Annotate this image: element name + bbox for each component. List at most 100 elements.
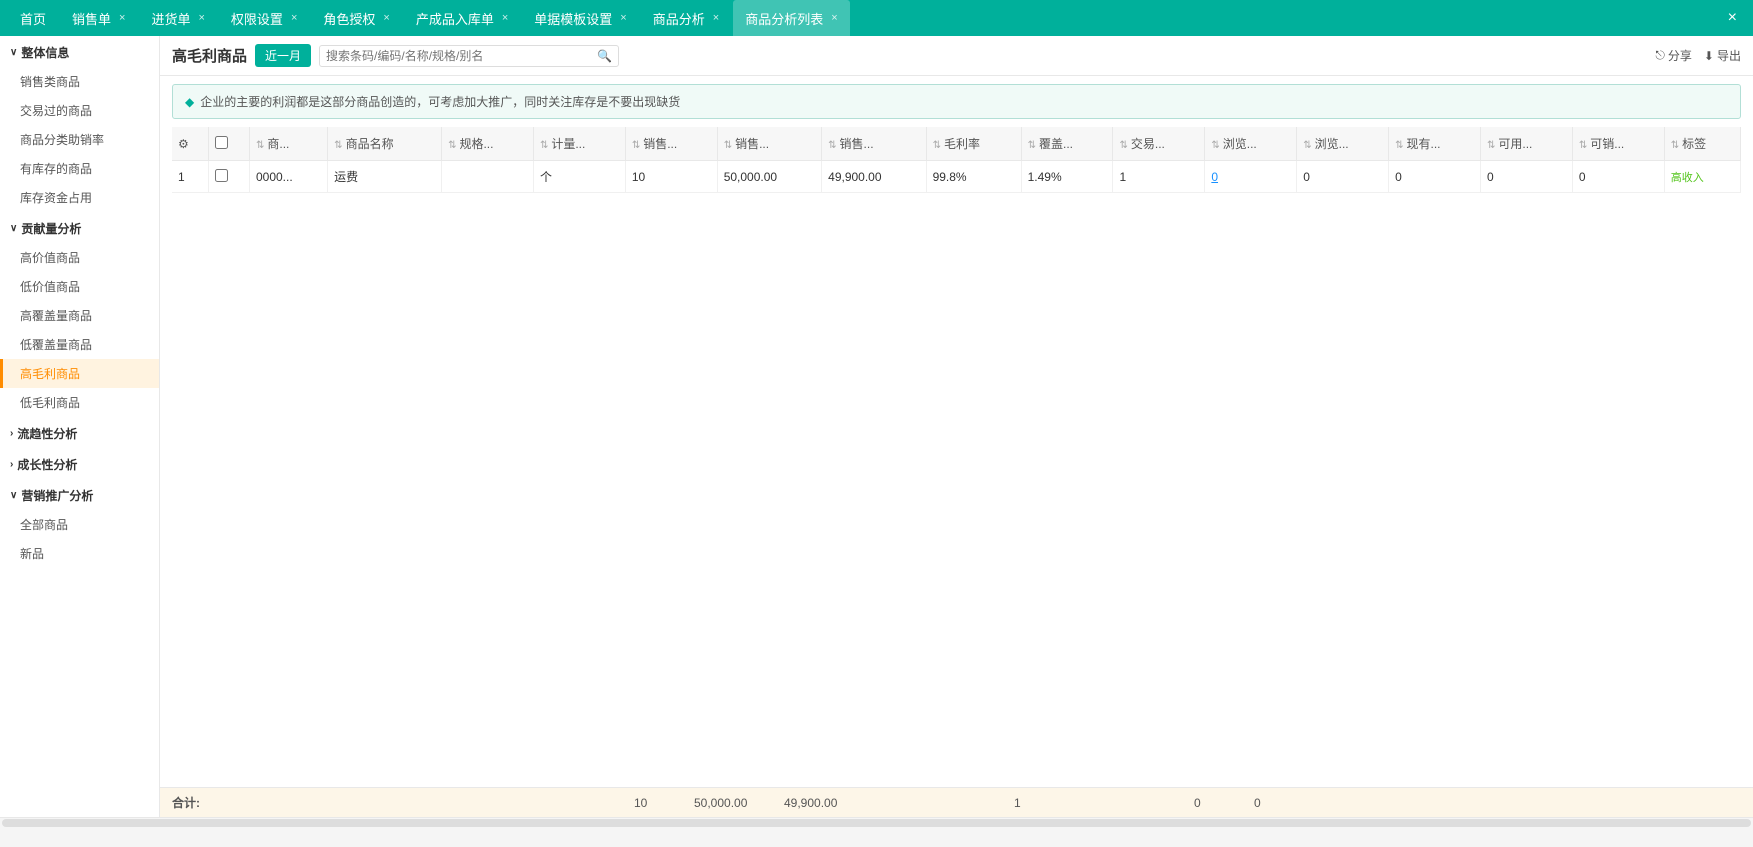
nav-tab-close-1[interactable]: × [119,12,125,24]
share-icon: ⎋ [1655,48,1665,63]
footer-cell-12 [1068,796,1128,810]
sort-icon-code: ⇅ [256,140,264,151]
nav-tab-close-2[interactable]: × [198,12,204,24]
sort-icon-sales_amount: ⇅ [724,140,732,151]
nav-tab-2[interactable]: 进货单× [139,0,216,36]
row-name: 运费 [328,161,442,193]
row-view1-link[interactable]: 0 [1211,170,1218,184]
nav-tab-close-7[interactable]: × [713,12,719,24]
nav-tab-close-6[interactable]: × [620,12,626,24]
col-header-coverage[interactable]: ⇅覆盖... [1021,127,1113,161]
bottom-scrollbar[interactable] [0,817,1753,827]
sidebar-section-3[interactable]: ›成长性分析 [0,448,159,479]
nav-tab-4[interactable]: 角色授权× [311,0,401,36]
col-header-sales_amount[interactable]: ⇅销售... [717,127,821,161]
col-header-sellable[interactable]: ⇅可销... [1572,127,1664,161]
sidebar-section-4[interactable]: ∨营销推广分析 [0,479,159,510]
footer-cell-7: 50,000.00 [688,796,778,810]
settings-icon[interactable]: ⚙ [178,137,189,151]
sidebar-section-1[interactable]: ∨贡献量分析 [0,212,159,243]
nav-tab-close-8[interactable]: × [831,12,837,24]
sidebar-item-4-0[interactable]: 全部商品 [0,510,159,539]
nav-tab-1[interactable]: 销售单× [60,0,137,36]
filter-recent-month-button[interactable]: 近一月 [255,44,311,67]
page-title: 高毛利商品 [172,45,247,66]
row-unit: 个 [533,161,625,193]
sort-icon-sales_profit: ⇅ [828,140,836,151]
sidebar-collapse-button[interactable]: 《 [159,407,160,447]
footer-cell-13 [1128,796,1188,810]
footer-cell-11: 1 [1008,796,1068,810]
close-all-tabs[interactable]: × [1720,9,1745,27]
nav-tab-close-3[interactable]: × [291,12,297,24]
col-header-spec[interactable]: ⇅规格... [442,127,534,161]
row-spec [442,161,534,193]
row-sales-profit: 49,900.00 [822,161,926,193]
col-header-unit[interactable]: ⇅计量... [533,127,625,161]
sidebar-item-1-2[interactable]: 高覆盖量商品 [0,301,159,330]
nav-tab-3[interactable]: 权限设置× [219,0,309,36]
col-header-current_stock[interactable]: ⇅现有... [1389,127,1481,161]
sort-icon-current_stock: ⇅ [1395,140,1403,151]
nav-tab-6[interactable]: 单据模板设置× [522,0,638,36]
sidebar-item-1-5[interactable]: 低毛利商品 [0,388,159,417]
footer-cell-6: 10 [628,796,688,810]
sidebar-item-0-3[interactable]: 有库存的商品 [0,154,159,183]
sidebar-section-0[interactable]: ∨整体信息 [0,36,159,67]
scrollbar-track[interactable] [2,819,1751,827]
nav-tab-5[interactable]: 产成品入库单× [404,0,520,36]
search-input[interactable] [326,49,593,63]
sidebar-item-1-4[interactable]: 高毛利商品 [0,359,159,388]
sidebar-item-1-3[interactable]: 低覆盖量商品 [0,330,159,359]
footer-cell-10 [938,796,1008,810]
nav-tab-close-4[interactable]: × [383,12,389,24]
sidebar-item-0-4[interactable]: 库存资金占用 [0,183,159,212]
info-text: 企业的主要的利润都是这部分商品创造的，可考虑加大推广，同时关注库存是不要出现缺货 [200,93,680,110]
row-transaction: 1 [1113,161,1205,193]
sidebar-item-0-2[interactable]: 商品分类助销率 [0,125,159,154]
export-label: 导出 [1717,47,1741,64]
sort-icon-spec: ⇅ [448,140,456,151]
sidebar-item-1-0[interactable]: 高价值商品 [0,243,159,272]
footer-cell-1 [268,796,328,810]
sidebar-item-1-1[interactable]: 低价值商品 [0,272,159,301]
row-view1[interactable]: 0 [1205,161,1297,193]
row-index: 1 [172,161,209,193]
sidebar-item-0-0[interactable]: 销售类商品 [0,67,159,96]
tag-badge: 高收入 [1671,172,1704,184]
info-icon: ◆ [185,95,194,109]
row-sellable: 0 [1572,161,1664,193]
nav-tab-close-5[interactable]: × [502,12,508,24]
col-header-view1[interactable]: ⇅浏览... [1205,127,1297,161]
export-button[interactable]: ⬇ 导出 [1704,47,1741,64]
sort-icon-view2: ⇅ [1303,140,1311,151]
select-all-checkbox[interactable] [215,136,228,149]
sidebar-item-4-1[interactable]: 新品 [0,539,159,568]
share-button[interactable]: ⎋ 分享 [1655,47,1692,64]
col-header-view2[interactable]: ⇅浏览... [1297,127,1389,161]
section-label-0: 整体信息 [21,44,69,61]
row-checkbox-input[interactable] [215,169,228,182]
export-icon: ⬇ [1704,49,1714,63]
nav-tab-7[interactable]: 商品分析× [641,0,731,36]
col-header-gross_margin[interactable]: ⇅毛利率 [926,127,1021,161]
col-header-tag[interactable]: ⇅标签 [1664,127,1740,161]
col-header-transaction[interactable]: ⇅交易... [1113,127,1205,161]
col-header-name[interactable]: ⇅商品名称 [328,127,442,161]
col-header-sales_qty[interactable]: ⇅销售... [625,127,717,161]
sidebar-section-2[interactable]: ›流趋性分析 [0,417,159,448]
col-header-code[interactable]: ⇅商... [249,127,327,161]
col-header-sales_profit[interactable]: ⇅销售... [822,127,926,161]
sort-icon-tag: ⇅ [1671,140,1679,151]
section-label-2: 流趋性分析 [17,425,77,442]
nav-tab-8[interactable]: 商品分析列表× [733,0,849,36]
footer-cell-4 [508,796,568,810]
top-nav: 首页销售单×进货单×权限设置×角色授权×产成品入库单×单据模板设置×商品分析×商… [0,0,1753,36]
nav-tab-0[interactable]: 首页 [8,0,58,36]
search-icon[interactable]: 🔍 [597,49,612,63]
row-checkbox[interactable] [209,161,250,193]
footer-cell-17 [1368,796,1428,810]
sidebar-item-0-1[interactable]: 交易过的商品 [0,96,159,125]
row-available-stock: 0 [1480,161,1572,193]
col-header-available_stock[interactable]: ⇅可用... [1480,127,1572,161]
